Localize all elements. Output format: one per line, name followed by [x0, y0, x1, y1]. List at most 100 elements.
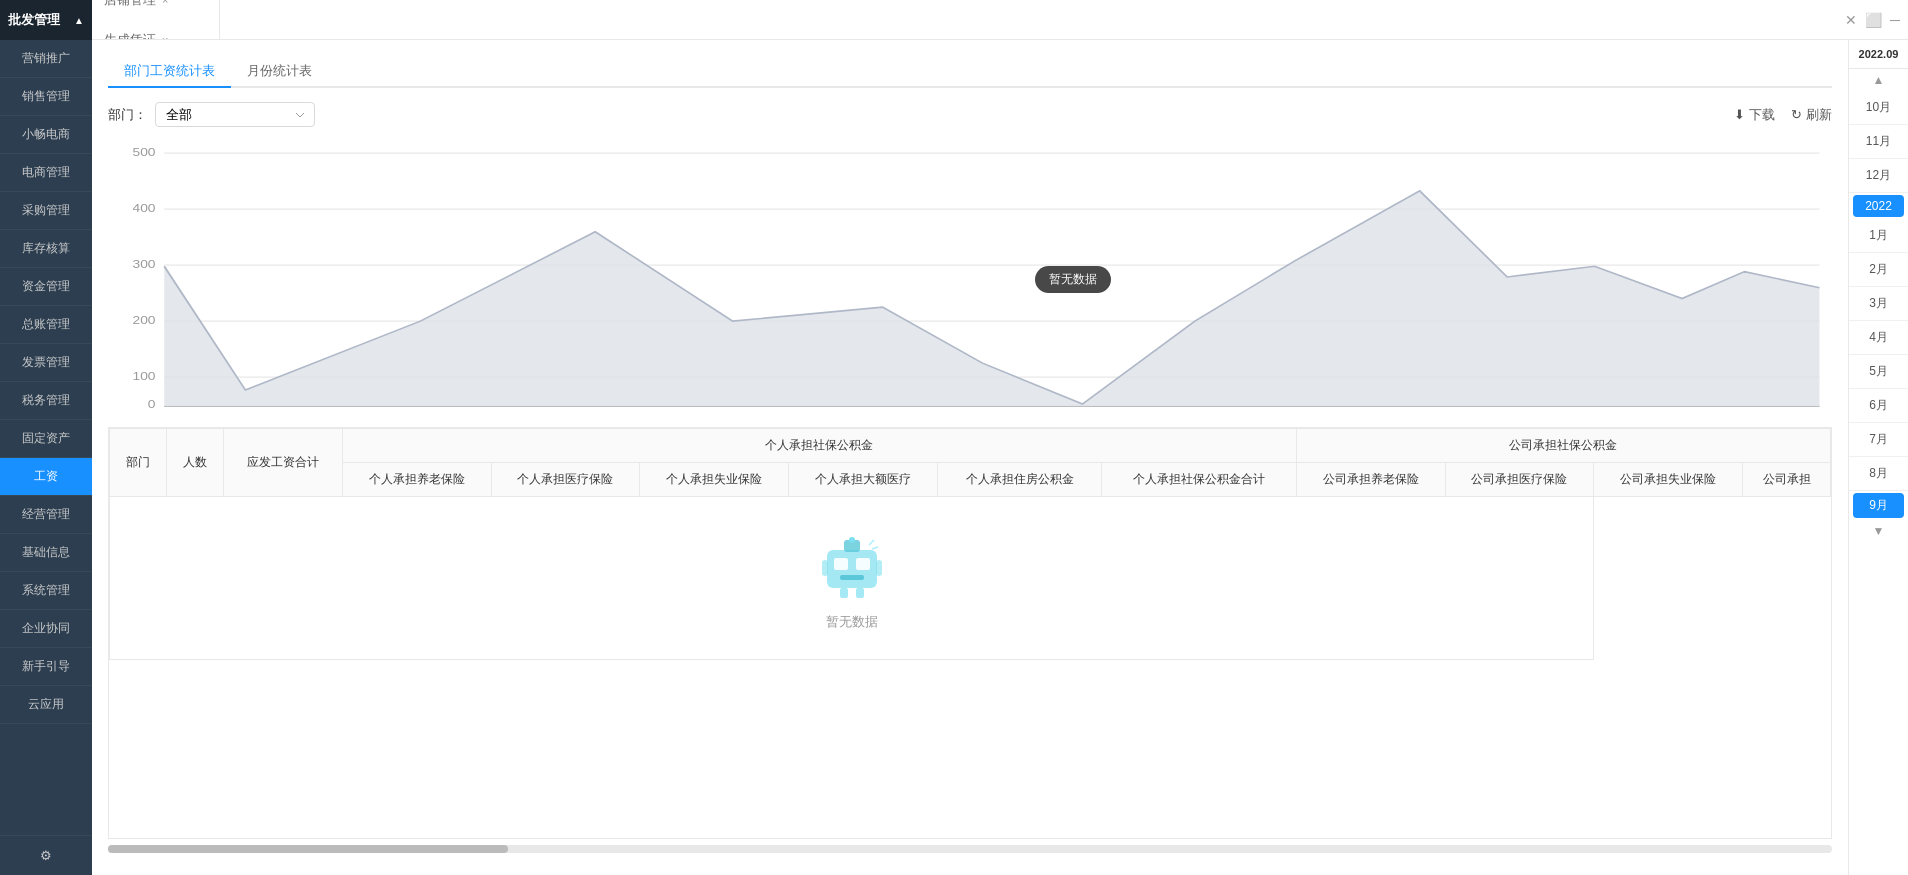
- scrollbar-area: [108, 839, 1832, 859]
- data-table: 部门 人数 应发工资合计 个人承担社保公积金 公司承担社保公积金 个人承担养老保…: [109, 428, 1831, 660]
- svg-rect-17: [822, 560, 828, 576]
- th-personal-unemploy: 个人承担失业保险: [640, 463, 789, 497]
- tab-dept-wage[interactable]: 部门工资统计表: [108, 56, 231, 88]
- sidebar-item-资金管理[interactable]: 资金管理: [0, 268, 92, 306]
- th-company-medical: 公司承担医疗保险: [1445, 463, 1594, 497]
- svg-rect-16: [840, 575, 864, 580]
- calendar-month-1月[interactable]: 1月: [1849, 219, 1908, 253]
- tab-month-stat[interactable]: 月份统计表: [231, 56, 328, 88]
- sidebar-item-总账管理[interactable]: 总账管理: [0, 306, 92, 344]
- calendar-nav-up[interactable]: ▲: [1849, 69, 1908, 91]
- chart-tooltip: 暂无数据: [1035, 266, 1111, 293]
- calendar-items: 10月11月12月20221月2月3月4月5月6月7月8月9月: [1849, 91, 1908, 520]
- table-wrapper[interactable]: 部门 人数 应发工资合计 个人承担社保公积金 公司承担社保公积金 个人承担养老保…: [108, 427, 1832, 839]
- sidebar-toggle-icon[interactable]: ▲: [74, 15, 84, 26]
- calendar-nav-down[interactable]: ▼: [1849, 520, 1908, 542]
- sidebar-item-新手引导[interactable]: 新手引导: [0, 648, 92, 686]
- svg-text:400: 400: [133, 201, 156, 215]
- svg-text:500: 500: [133, 145, 156, 159]
- th-total-wage: 应发工资合计: [224, 429, 342, 497]
- main-content: 首页门店商品目录×销售单×店铺管理×生成凭证×应收应付调整单×工资表×工资统计报…: [92, 0, 1908, 875]
- tab-店铺管理[interactable]: 店铺管理×: [92, 0, 220, 20]
- calendar-month-6月[interactable]: 6月: [1849, 389, 1908, 423]
- calendar-month-2022[interactable]: 2022: [1853, 195, 1904, 217]
- th-personal-pension: 个人承担养老保险: [342, 463, 491, 497]
- svg-rect-19: [840, 588, 848, 598]
- sidebar-item-固定资产[interactable]: 固定资产: [0, 420, 92, 458]
- sidebar-item-采购管理[interactable]: 采购管理: [0, 192, 92, 230]
- empty-robot-icon: [812, 525, 892, 605]
- dept-label: 部门：: [108, 106, 147, 124]
- svg-point-22: [849, 537, 855, 543]
- calendar-month-9月[interactable]: 9月: [1853, 493, 1904, 518]
- toolbar: 部门： 全部 ⬇ 下载 ↻ 刷新: [108, 102, 1832, 127]
- page-content: 部门工资统计表 月份统计表 部门： 全部 ⬇ 下载 ↻: [92, 40, 1908, 875]
- chart-area: 500 400 300 200 100 0: [108, 137, 1832, 417]
- tab-bar: 首页门店商品目录×销售单×店铺管理×生成凭证×应收应付调整单×工资表×工资统计报…: [92, 0, 1908, 40]
- minimize-window-icon[interactable]: ─: [1890, 12, 1900, 28]
- th-dept: 部门: [110, 429, 167, 497]
- svg-text:300: 300: [133, 257, 156, 271]
- sidebar-item-库存核算[interactable]: 库存核算: [0, 230, 92, 268]
- table-scrollbar[interactable]: [108, 845, 1832, 853]
- svg-rect-15: [856, 558, 870, 570]
- sidebar-item-云应用[interactable]: 云应用: [0, 686, 92, 724]
- no-data-cell: 暂无数据: [110, 497, 1594, 660]
- refresh-button[interactable]: ↻ 刷新: [1791, 106, 1832, 124]
- sidebar-item-税务管理[interactable]: 税务管理: [0, 382, 92, 420]
- svg-rect-20: [856, 588, 864, 598]
- svg-line-23: [869, 540, 874, 545]
- empty-label: 暂无数据: [826, 613, 878, 631]
- refresh-icon: ↻: [1791, 107, 1802, 122]
- sidebar-item-电商管理[interactable]: 电商管理: [0, 154, 92, 192]
- tab-close-icon[interactable]: ×: [162, 0, 168, 6]
- chart-svg: 500 400 300 200 100 0: [108, 137, 1832, 417]
- th-count: 人数: [167, 429, 224, 497]
- sidebar-items: 营销推广销售管理小畅电商电商管理采购管理库存核算资金管理总账管理发票管理税务管理…: [0, 40, 92, 724]
- sidebar-item-企业协同[interactable]: 企业协同: [0, 610, 92, 648]
- sidebar-title: 批发管理: [8, 11, 60, 29]
- svg-line-24: [872, 547, 878, 549]
- sidebar-item-基础信息[interactable]: 基础信息: [0, 534, 92, 572]
- close-window-icon[interactable]: ✕: [1845, 12, 1857, 28]
- svg-rect-14: [834, 558, 848, 570]
- toolbar-right: ⬇ 下载 ↻ 刷新: [1734, 106, 1832, 124]
- restore-window-icon[interactable]: ⬜: [1865, 12, 1882, 28]
- sidebar-item-发票管理[interactable]: 发票管理: [0, 344, 92, 382]
- content-area: 部门工资统计表 月份统计表 部门： 全部 ⬇ 下载 ↻: [92, 40, 1848, 875]
- calendar-month-7月[interactable]: 7月: [1849, 423, 1908, 457]
- svg-text:0: 0: [148, 397, 156, 411]
- th-company-social: 公司承担社保公积金: [1296, 429, 1830, 463]
- empty-state: 暂无数据: [120, 505, 1583, 651]
- tab-生成凭证[interactable]: 生成凭证×: [92, 20, 220, 41]
- sidebar-item-经营管理[interactable]: 经营管理: [0, 496, 92, 534]
- calendar-panel: 2022.09 ▲ 10月11月12月20221月2月3月4月5月6月7月8月9…: [1848, 40, 1908, 875]
- calendar-month-5月[interactable]: 5月: [1849, 355, 1908, 389]
- calendar-month-3月[interactable]: 3月: [1849, 287, 1908, 321]
- calendar-month-4月[interactable]: 4月: [1849, 321, 1908, 355]
- calendar-month-8月[interactable]: 8月: [1849, 457, 1908, 491]
- calendar-month-11月[interactable]: 11月: [1849, 125, 1908, 159]
- calendar-month-2月[interactable]: 2月: [1849, 253, 1908, 287]
- sidebar-item-小畅电商[interactable]: 小畅电商: [0, 116, 92, 154]
- sidebar-item-营销推广[interactable]: 营销推广: [0, 40, 92, 78]
- sidebar-item-工资[interactable]: 工资: [0, 458, 92, 496]
- download-button[interactable]: ⬇ 下载: [1734, 106, 1775, 124]
- sidebar-item-销售管理[interactable]: 销售管理: [0, 78, 92, 116]
- th-personal-major-med: 个人承担大额医疗: [789, 463, 938, 497]
- th-personal-medical: 个人承担医疗保险: [491, 463, 640, 497]
- sidebar-item-系统管理[interactable]: 系统管理: [0, 572, 92, 610]
- calendar-month-10月[interactable]: 10月: [1849, 91, 1908, 125]
- svg-text:200: 200: [133, 313, 156, 327]
- svg-marker-12: [164, 191, 1819, 406]
- calendar-month-12月[interactable]: 12月: [1849, 159, 1908, 193]
- scrollbar-thumb[interactable]: [108, 845, 508, 853]
- th-company-pension: 公司承担养老保险: [1296, 463, 1445, 497]
- settings-icon[interactable]: ⚙: [0, 835, 92, 875]
- download-icon: ⬇: [1734, 107, 1745, 122]
- svg-rect-18: [876, 560, 882, 576]
- sidebar: 批发管理 ▲ 营销推广销售管理小畅电商电商管理采购管理库存核算资金管理总账管理发…: [0, 0, 92, 875]
- dept-select[interactable]: 全部: [155, 102, 315, 127]
- calendar-header: 2022.09: [1849, 40, 1908, 69]
- sidebar-header[interactable]: 批发管理 ▲: [0, 0, 92, 40]
